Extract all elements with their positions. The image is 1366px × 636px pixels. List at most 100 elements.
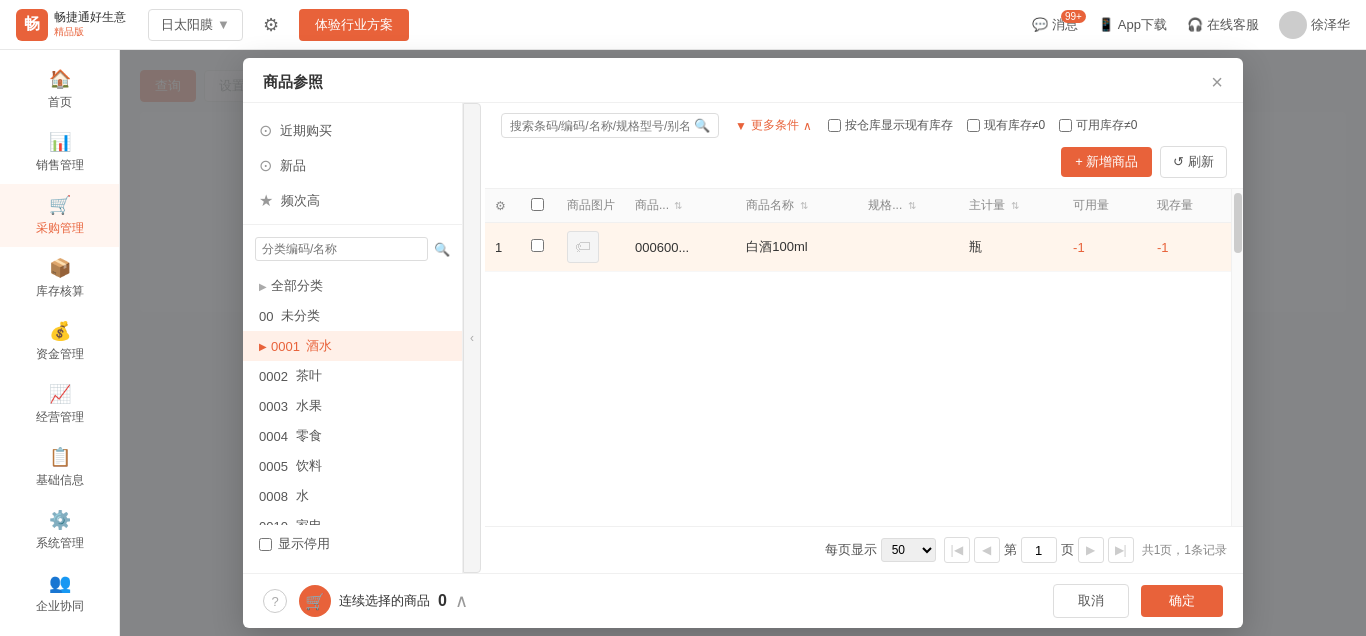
- col-name-header[interactable]: 商品名称 ⇅: [736, 189, 858, 223]
- headset-icon: 🎧: [1187, 17, 1203, 32]
- row-name: 白酒100ml: [736, 223, 858, 272]
- customer-service-nav-item[interactable]: 🎧 在线客服: [1187, 16, 1259, 34]
- collapse-panel-button[interactable]: ‹: [463, 103, 481, 573]
- recent-purchase-item[interactable]: ⊙ 近期购买: [243, 113, 462, 148]
- sidebar-item-finance[interactable]: 💰 资金管理: [0, 310, 119, 373]
- cat-0003[interactable]: 0003 水果: [243, 391, 462, 421]
- col-check: [521, 189, 557, 223]
- help-icon[interactable]: ?: [263, 589, 287, 613]
- col-unit-header[interactable]: 主计量 ⇅: [959, 189, 1063, 223]
- filter-checkboxes: 按仓库显示现有库存 现有库存≠0 可用库存≠0: [828, 117, 1138, 134]
- cat-0005[interactable]: 0005 饮料: [243, 451, 462, 481]
- sidebar-item-collab[interactable]: 👥 企业协同: [0, 562, 119, 625]
- modal-close-button[interactable]: ×: [1211, 72, 1223, 92]
- user-profile[interactable]: 徐泽华: [1279, 11, 1350, 39]
- cart-collapse-icon[interactable]: ∧: [455, 590, 468, 612]
- sidebar-item-label: 基础信息: [36, 472, 84, 489]
- table-scrollbar[interactable]: [1231, 189, 1243, 526]
- add-product-button[interactable]: + 新增商品: [1061, 147, 1152, 177]
- cat-all[interactable]: ▶ 全部分类: [243, 271, 462, 301]
- page-number-input[interactable]: [1021, 537, 1057, 563]
- collab-icon: 👥: [49, 572, 71, 594]
- purchase-icon: 🛒: [49, 194, 71, 216]
- cart-label: 连续选择的商品: [339, 592, 430, 610]
- user-name: 徐泽华: [1311, 16, 1350, 34]
- product-table: ⚙ 商品图片 商品... ⇅: [485, 189, 1231, 272]
- cat-0004-name: 零食: [296, 427, 322, 445]
- row-checkbox[interactable]: [531, 239, 544, 252]
- cat-00-code: 00: [259, 309, 273, 324]
- cat-0004-code: 0004: [259, 429, 288, 444]
- cart-icon[interactable]: 🛒: [299, 585, 331, 617]
- last-page-button[interactable]: ▶|: [1108, 537, 1134, 563]
- operations-icon: 📈: [49, 383, 71, 405]
- col-spec-header[interactable]: 规格... ⇅: [858, 189, 959, 223]
- basic-info-icon: 📋: [49, 446, 71, 468]
- app-name: 畅捷通好生意: [54, 10, 126, 26]
- frequent-icon: ★: [259, 191, 273, 210]
- branch-selector[interactable]: 日太阳膜 ▼: [148, 9, 243, 41]
- select-all-checkbox[interactable]: [531, 198, 544, 211]
- settings-icon[interactable]: ⚙: [255, 9, 287, 41]
- cat-00[interactable]: 00 未分类: [243, 301, 462, 331]
- row-seq: 1: [485, 223, 521, 272]
- messages-nav-item[interactable]: 💬 消息 99+: [1032, 16, 1078, 34]
- branch-label: 日太阳膜: [161, 16, 213, 34]
- home-icon: 🏠: [49, 68, 71, 90]
- sidebar-item-purchase[interactable]: 🛒 采购管理: [0, 184, 119, 247]
- first-page-button[interactable]: |◀: [944, 537, 970, 563]
- per-page-select: 每页显示 50 100 200: [825, 538, 936, 562]
- sidebar-item-home[interactable]: 🏠 首页: [0, 58, 119, 121]
- category-search-icon[interactable]: 🔍: [434, 242, 450, 257]
- table-container: ⚙ 商品图片 商品... ⇅: [485, 189, 1243, 526]
- app-download-nav-item[interactable]: 📱 App下载: [1098, 16, 1167, 34]
- modal-footer: ? 🛒 连续选择的商品 0 ∧ 取消 确定: [243, 573, 1243, 628]
- confirm-button[interactable]: 确定: [1141, 585, 1223, 617]
- row-check: [521, 223, 557, 272]
- next-page-button[interactable]: ▶: [1078, 537, 1104, 563]
- cat-0003-code: 0003: [259, 399, 288, 414]
- product-search-input[interactable]: [510, 119, 690, 133]
- main-layout: 🏠 首页 📊 销售管理 🛒 采购管理 📦 库存核算 💰 资金管理 📈 经营管理 …: [0, 50, 1366, 636]
- cart-count: 0: [438, 592, 447, 610]
- warehouse-stock-filter[interactable]: 按仓库显示现有库存: [828, 117, 953, 134]
- experience-button[interactable]: 体验行业方案: [299, 9, 409, 41]
- refresh-button[interactable]: ↺ 刷新: [1160, 146, 1227, 178]
- new-product-icon: ⊙: [259, 156, 272, 175]
- cat-0004[interactable]: 0004 零食: [243, 421, 462, 451]
- sidebar-item-inventory[interactable]: 📦 库存核算: [0, 247, 119, 310]
- mobile-icon: 📱: [1098, 17, 1114, 32]
- available-stock-checkbox[interactable]: [1059, 119, 1072, 132]
- new-product-item[interactable]: ⊙ 新品: [243, 148, 462, 183]
- cat-0010[interactable]: 0010 家电: [243, 511, 462, 525]
- product-reference-modal: 商品参照 × ⊙ 近期购买 ⊙ 新品: [243, 58, 1243, 628]
- inventory-icon: 📦: [49, 257, 71, 279]
- display-disabled-checkbox[interactable]: [259, 538, 272, 551]
- sidebar-item-sales[interactable]: 📊 销售管理: [0, 121, 119, 184]
- cat-arrow-0001: ▶: [259, 341, 267, 352]
- sidebar-item-operations[interactable]: 📈 经营管理: [0, 373, 119, 436]
- prev-page-button[interactable]: ◀: [974, 537, 1000, 563]
- category-search-input[interactable]: [255, 237, 428, 261]
- cat-0008[interactable]: 0008 水: [243, 481, 462, 511]
- sidebar-item-basic-info[interactable]: 📋 基础信息: [0, 436, 119, 499]
- cancel-button[interactable]: 取消: [1053, 584, 1129, 618]
- table-row[interactable]: 1 🏷: [485, 223, 1231, 272]
- sidebar-item-guide[interactable]: 🔰 新手引导: [0, 625, 119, 636]
- code-sort-icon: ⇅: [674, 200, 682, 211]
- nav-right: 💬 消息 99+ 📱 App下载 🎧 在线客服 徐泽华: [1032, 11, 1350, 39]
- search-icon[interactable]: 🔍: [694, 118, 710, 133]
- warehouse-stock-checkbox[interactable]: [828, 119, 841, 132]
- row-available: -1: [1063, 223, 1147, 272]
- sidebar-item-system[interactable]: ⚙️ 系统管理: [0, 499, 119, 562]
- cat-0001[interactable]: ▶ 0001 酒水: [243, 331, 462, 361]
- logo-area: 畅 畅捷通好生意 精品版: [16, 9, 136, 41]
- available-stock-filter[interactable]: 可用库存≠0: [1059, 117, 1137, 134]
- cat-0002[interactable]: 0002 茶叶: [243, 361, 462, 391]
- current-stock-checkbox[interactable]: [967, 119, 980, 132]
- col-code-header[interactable]: 商品... ⇅: [625, 189, 736, 223]
- more-filter-button[interactable]: ▼ 更多条件 ∧: [727, 113, 820, 138]
- current-stock-filter[interactable]: 现有库存≠0: [967, 117, 1045, 134]
- per-page-dropdown[interactable]: 50 100 200: [881, 538, 936, 562]
- frequent-item[interactable]: ★ 频次高: [243, 183, 462, 218]
